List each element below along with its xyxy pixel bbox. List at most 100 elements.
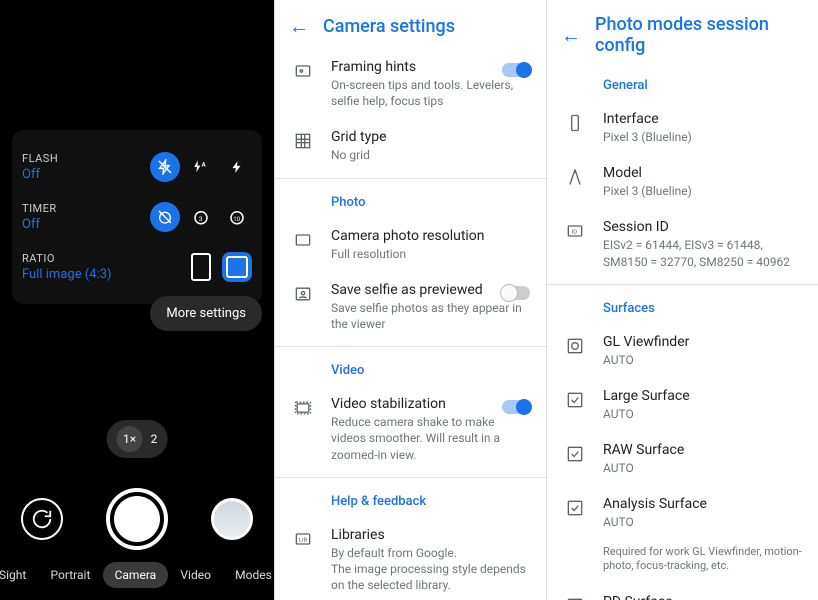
svg-text:A: A xyxy=(202,161,207,168)
large-sub: AUTO xyxy=(603,406,802,422)
mode-camera[interactable]: Camera xyxy=(103,562,169,588)
raw-sub: AUTO xyxy=(603,460,802,476)
item-framing-hints[interactable]: Framing hints On-screen tips and tools. … xyxy=(275,49,546,119)
libraries-sub: By default from Google. The image proces… xyxy=(331,545,530,594)
flash-off-icon[interactable] xyxy=(150,152,180,182)
divider xyxy=(275,178,546,179)
interface-sub: Pixel 3 (Blueline) xyxy=(603,129,802,145)
glvf-title: GL Viewfinder xyxy=(603,334,802,350)
resolution-sub: Full resolution xyxy=(331,246,530,262)
timer-3s-icon[interactable]: 3 xyxy=(186,202,216,232)
stabilize-title: Video stabilization xyxy=(331,396,530,412)
item-interface[interactable]: Interface Pixel 3 (Blueline) xyxy=(547,101,818,155)
checkbox-icon xyxy=(563,444,587,464)
svg-text:ID: ID xyxy=(572,230,578,236)
zoom-selector[interactable]: 1× 2 xyxy=(107,420,168,458)
ratio-label: RATIO xyxy=(22,252,112,265)
mode-strip: t Sight Portrait Camera Video Modes xyxy=(0,562,284,588)
checkbox-icon xyxy=(563,596,587,600)
flash-row: FLASH Off A xyxy=(22,142,252,192)
stabilize-switch[interactable] xyxy=(502,400,530,414)
libraries-title: Libraries xyxy=(331,527,530,543)
session-sub: EISv2 = 61444, EISv3 = 61448, SM8150 = 3… xyxy=(603,237,802,269)
large-title: Large Surface xyxy=(603,388,802,404)
item-session-id[interactable]: ID Session ID EISv2 = 61444, EISv3 = 614… xyxy=(547,209,818,279)
libraries-icon: LIB xyxy=(291,529,315,549)
divider xyxy=(275,346,546,347)
camera-settings-pane: ← Camera settings Framing hints On-scree… xyxy=(274,0,546,600)
svg-text:10: 10 xyxy=(233,216,240,223)
session-config-appbar: ← Photo modes session config xyxy=(547,0,818,66)
grid-title: Grid type xyxy=(331,129,530,145)
timer-value: Off xyxy=(22,217,57,232)
general-section-header: General xyxy=(547,66,818,101)
surfaces-section-header: Surfaces xyxy=(547,289,818,324)
item-model[interactable]: Model Pixel 3 (Blueline) xyxy=(547,155,818,209)
ratio-value: Full image (4:3) xyxy=(22,267,112,282)
item-save-selfie[interactable]: Save selfie as previewed Save selfie pho… xyxy=(275,272,546,342)
compass-icon xyxy=(563,167,587,187)
timer-off-icon[interactable] xyxy=(150,202,180,232)
item-pd-surface[interactable]: PD Surface AUTO xyxy=(547,584,818,600)
selfie-icon xyxy=(291,284,315,304)
item-stabilize[interactable]: Video stabilization Reduce camera shake … xyxy=(275,386,546,473)
divider xyxy=(547,284,818,285)
video-section-header: Video xyxy=(275,351,546,386)
raw-title: RAW Surface xyxy=(603,442,802,458)
session-config-title: Photo modes session config xyxy=(595,14,804,56)
flash-auto-icon[interactable]: A xyxy=(186,152,216,182)
item-grid-type[interactable]: Grid type No grid xyxy=(275,119,546,173)
analysis-title: Analysis Surface xyxy=(603,496,802,512)
analysis-caption: Required for work GL Viewfinder, motion-… xyxy=(547,541,818,585)
model-title: Model xyxy=(603,165,802,181)
back-arrow-icon[interactable]: ← xyxy=(561,23,581,48)
interface-title: Interface xyxy=(603,111,802,127)
shutter-button[interactable] xyxy=(106,488,168,550)
zoom-2x[interactable]: 2 xyxy=(151,432,158,446)
zoom-1x[interactable]: 1× xyxy=(117,426,143,452)
framing-hints-icon xyxy=(291,61,315,81)
mode-video[interactable]: Video xyxy=(168,562,223,588)
item-raw-surface[interactable]: RAW Surface AUTO xyxy=(547,432,818,486)
timer-10s-icon[interactable]: 10 xyxy=(222,202,252,232)
divider xyxy=(275,477,546,478)
flash-on-icon[interactable] xyxy=(222,152,252,182)
analysis-sub: AUTO xyxy=(603,514,802,530)
svg-text:3: 3 xyxy=(199,215,203,223)
item-gl-viewfinder[interactable]: GL Viewfinder AUTO xyxy=(547,324,818,378)
pd-title: PD Surface xyxy=(603,594,802,600)
more-settings-button[interactable]: More settings xyxy=(150,296,262,331)
mode-portrait[interactable]: Portrait xyxy=(39,562,103,588)
gallery-thumbnail[interactable] xyxy=(211,498,253,540)
shutter-inner xyxy=(114,496,160,542)
resolution-title: Camera photo resolution xyxy=(331,228,530,244)
camera-app-pane: FLASH Off A TIMER Off 3 10 RATIO xyxy=(0,0,274,600)
quick-settings-panel: FLASH Off A TIMER Off 3 10 RATIO xyxy=(12,130,262,304)
grid-icon xyxy=(291,131,315,151)
camera-settings-title: Camera settings xyxy=(323,16,455,37)
switch-camera-button[interactable] xyxy=(21,498,63,540)
ratio-43-icon[interactable] xyxy=(222,252,252,282)
phone-icon xyxy=(563,113,587,133)
back-arrow-icon[interactable]: ← xyxy=(289,14,309,39)
ratio-tall-icon[interactable] xyxy=(186,252,216,282)
timer-row: TIMER Off 3 10 xyxy=(22,192,252,242)
grid-sub: No grid xyxy=(331,147,530,163)
item-analysis-surface[interactable]: Analysis Surface AUTO xyxy=(547,486,818,540)
viewfinder-icon xyxy=(563,336,587,356)
checkbox-icon xyxy=(563,390,587,410)
camera-settings-appbar: ← Camera settings xyxy=(275,0,546,49)
mode-nightsight[interactable]: t Sight xyxy=(0,562,38,588)
glvf-sub: AUTO xyxy=(603,352,802,368)
stabilize-sub: Reduce camera shake to make videos smoot… xyxy=(331,414,530,463)
checkbox-icon xyxy=(563,498,587,518)
selfie-switch[interactable] xyxy=(502,286,530,300)
framing-hints-switch[interactable] xyxy=(502,63,530,77)
session-config-pane: ← Photo modes session config General Int… xyxy=(546,0,818,600)
flash-label: FLASH xyxy=(22,152,58,165)
item-libraries[interactable]: LIB Libraries By default from Google. Th… xyxy=(275,517,546,600)
item-resolution[interactable]: Camera photo resolution Full resolution xyxy=(275,218,546,272)
item-large-surface[interactable]: Large Surface AUTO xyxy=(547,378,818,432)
stabilize-icon xyxy=(291,398,315,418)
flash-value: Off xyxy=(22,167,58,182)
